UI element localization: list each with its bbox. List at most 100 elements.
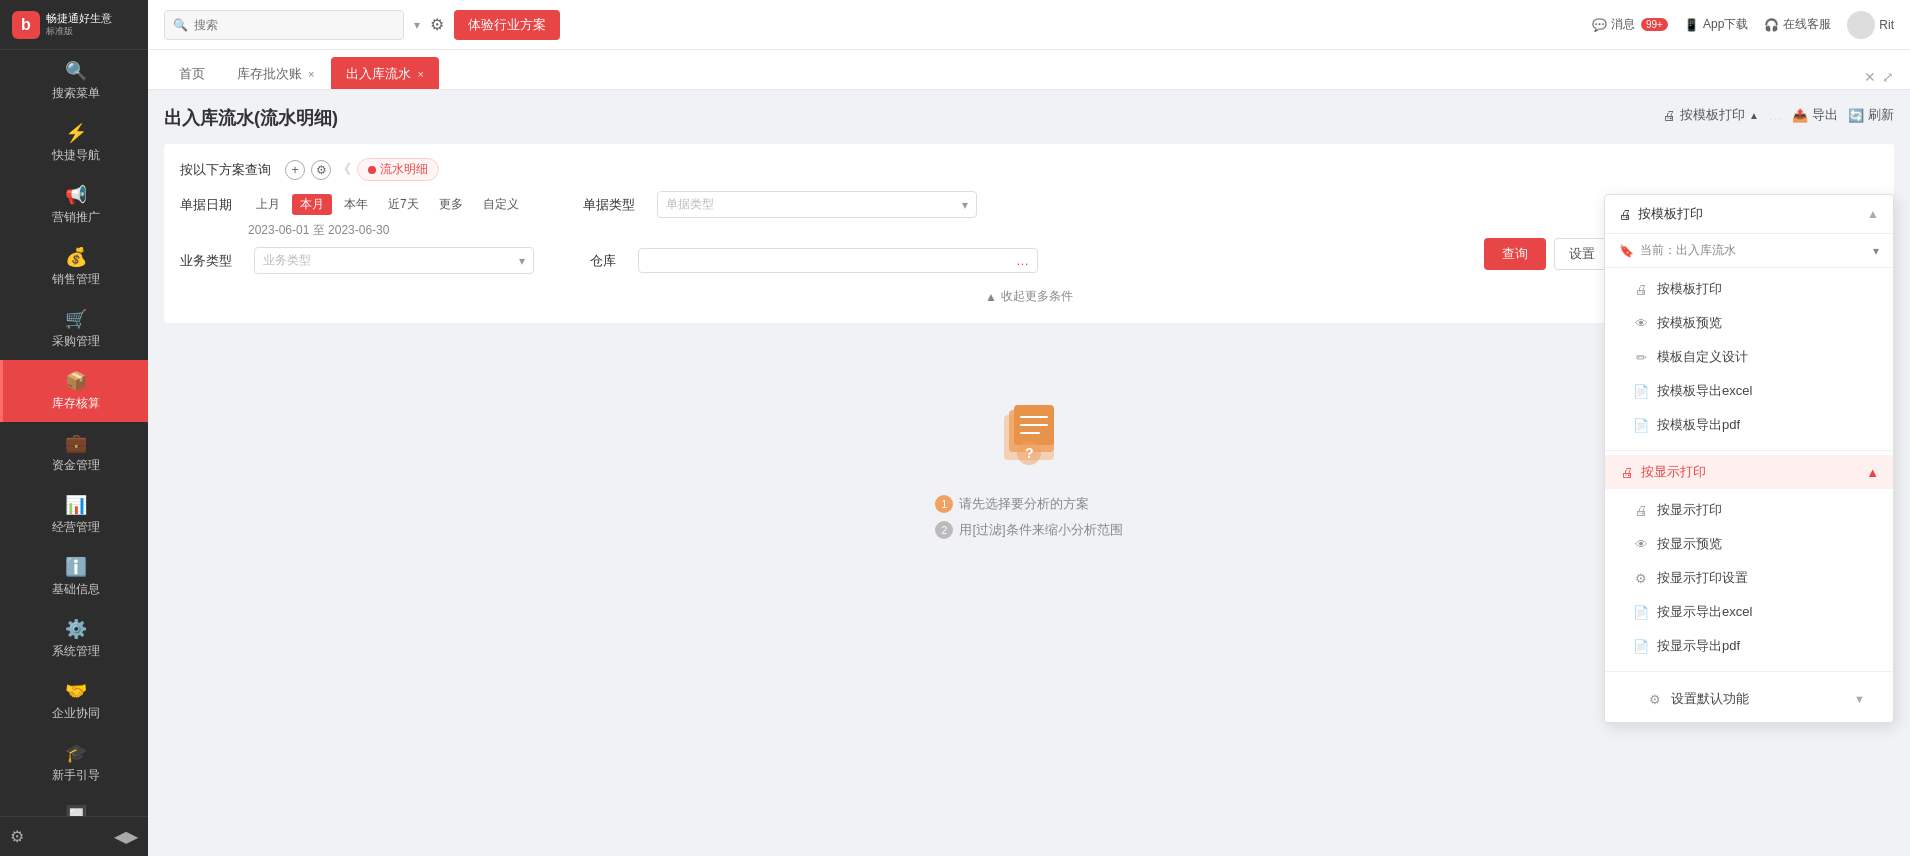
date-opt-custom[interactable]: 自定义 — [475, 194, 527, 215]
date-opt-thisyear[interactable]: 本年 — [336, 194, 376, 215]
tab-flow-close-icon[interactable]: × — [417, 68, 423, 80]
user-avatar-area[interactable]: Rit — [1847, 11, 1894, 39]
sidebar-item-marketing[interactable]: 📢 营销推广 — [0, 174, 148, 236]
sidebar-nav: 🔍 搜索菜单 ⚡ 快捷导航 📢 营销推广 💰 销售管理 🛒 采购管理 📦 库存核… — [0, 50, 148, 816]
filter-chip[interactable]: 流水明细 — [357, 158, 439, 181]
search-icon-topbar: 🔍 — [173, 18, 188, 32]
print-icon: 🖨 — [1663, 108, 1676, 123]
date-filter-label: 单据日期 — [180, 196, 232, 214]
dropdown-header-title: 🖨 按模板打印 — [1619, 205, 1703, 223]
app-download-button[interactable]: 📱 App下载 — [1684, 16, 1748, 33]
topbar-search-box[interactable]: 🔍 — [164, 10, 404, 40]
purchase-icon: 🛒 — [65, 308, 87, 330]
tab-batch-close-icon[interactable]: × — [308, 68, 314, 80]
biz-type-label: 业务类型 — [180, 252, 232, 270]
display-print-group-header[interactable]: 🖨 按显示打印 ▲ — [1605, 455, 1893, 489]
template-preview-item[interactable]: 👁 按模板预览 — [1605, 306, 1893, 340]
refresh-button[interactable]: 🔄 刷新 — [1848, 106, 1894, 124]
template-print-item[interactable]: 🖨 按模板打印 — [1605, 272, 1893, 306]
empty-steps: 1 请先选择要分析的方案 2 用[过滤]条件来缩小分析范围 — [935, 491, 1122, 543]
set-default-item[interactable]: ⚙ 设置默认功能 ▼ — [1619, 684, 1879, 714]
main-area: 🔍 ▾ ⚙ 体验行业方案 💬 消息 99+ 📱 App下载 🎧 在线客服 Rit — [148, 0, 1910, 856]
display-excel-item[interactable]: 📄 按显示导出excel — [1605, 595, 1893, 629]
date-opt-more[interactable]: 更多 — [431, 194, 471, 215]
sidebar-item-inventory[interactable]: 📦 库存核算 — [0, 360, 148, 422]
tab-batch[interactable]: 库存批次账 × — [222, 57, 329, 89]
sidebar-item-sales[interactable]: 💰 销售管理 — [0, 236, 148, 298]
biz-type-select[interactable]: 业务类型 ▾ — [254, 247, 534, 274]
doc-type-select[interactable]: 单据类型 ▾ — [657, 191, 977, 218]
template-custom-item[interactable]: ✏ 模板自定义设计 — [1605, 340, 1893, 374]
doc-type-select-arrow: ▾ — [962, 198, 968, 212]
dropdown-collapse-icon[interactable]: ▲ — [1867, 207, 1879, 221]
footer-arrow-icon: ▼ — [1854, 693, 1865, 705]
settings-bottom-icon[interactable]: ⚙ — [10, 827, 24, 846]
svg-text:?: ? — [1025, 445, 1034, 461]
current-template-icon: 🔖 — [1619, 244, 1634, 258]
empty-step-1: 1 请先选择要分析的方案 — [935, 491, 1122, 517]
action-divider: … — [1769, 108, 1782, 123]
print-dropdown-panel: 🖨 按模板打印 ▲ 🔖 当前：出入库流水 ▾ 🖨 按模板打印 — [1604, 194, 1894, 723]
finance-icon: 💼 — [65, 432, 87, 454]
empty-step-2: 2 用[过滤]条件来缩小分析范围 — [935, 517, 1122, 543]
sidebar-bottom: ⚙ ◀▶ — [0, 816, 148, 856]
filter-settings-button[interactable]: ⚙ — [311, 160, 331, 180]
sidebar-item-system[interactable]: ⚙️ 系统管理 — [0, 608, 148, 670]
display-preview-icon: 👁 — [1633, 536, 1649, 552]
close-window-icon[interactable]: ✕ — [1864, 69, 1876, 85]
date-opt-thismonth[interactable]: 本月 — [292, 194, 332, 215]
top-actions: 🖨 按模板打印 ▲ … 📤 导出 🔄 刷新 — [1663, 106, 1894, 124]
print-header-icon: 🖨 — [1619, 207, 1632, 222]
current-template-arrow: ▾ — [1873, 244, 1879, 258]
date-range-display: 2023-06-01 至 2023-06-30 — [248, 223, 389, 237]
sidebar-logo: b 畅捷通好生意 标准版 — [0, 0, 148, 50]
display-section: 🖨 按显示打印 👁 按显示预览 ⚙ 按显示打印设置 📄 按显示导出excel 📄 — [1605, 489, 1893, 667]
display-settings-item[interactable]: ⚙ 按显示打印设置 — [1605, 561, 1893, 595]
template-excel-item[interactable]: 📄 按模板导出excel — [1605, 374, 1893, 408]
date-options: 上月 本月 本年 近7天 更多 自定义 — [248, 194, 527, 215]
sidebar-item-quicknav[interactable]: ⚡ 快捷导航 — [0, 112, 148, 174]
warehouse-more-icon[interactable]: … — [1016, 253, 1029, 268]
sidebar-item-collab[interactable]: 🤝 企业协同 — [0, 670, 148, 732]
dropdown-header: 🖨 按模板打印 ▲ — [1605, 195, 1893, 234]
quicknav-icon: ⚡ — [65, 122, 87, 144]
date-opt-7days[interactable]: 近7天 — [380, 194, 427, 215]
online-service-button[interactable]: 🎧 在线客服 — [1764, 16, 1831, 33]
print-button[interactable]: 🖨 按模板打印 ▲ — [1663, 106, 1759, 124]
tab-home[interactable]: 首页 — [164, 57, 220, 89]
display-settings-icon: ⚙ — [1633, 570, 1649, 586]
collab-icon: 🤝 — [65, 680, 87, 702]
sidebar-item-appcenter[interactable]: 🔲 应用中心 — [0, 794, 148, 816]
display-pdf-item[interactable]: 📄 按显示导出pdf — [1605, 629, 1893, 663]
sidebar-item-search[interactable]: 🔍 搜索菜单 — [0, 50, 148, 112]
sidebar-item-operations[interactable]: 📊 经营管理 — [0, 484, 148, 546]
sidebar-item-purchase[interactable]: 🛒 采购管理 — [0, 298, 148, 360]
logo-icon: b — [12, 11, 40, 39]
sidebar-item-finance[interactable]: 💼 资金管理 — [0, 422, 148, 484]
tab-flow[interactable]: 出入库流水 × — [331, 57, 438, 89]
display-print-item[interactable]: 🖨 按显示打印 — [1605, 493, 1893, 527]
filter-collapse-icon[interactable]: 《 — [337, 161, 351, 179]
settings-button[interactable]: 设置 — [1554, 238, 1610, 270]
collapse-icon[interactable]: ◀▶ — [114, 827, 138, 846]
export-icon: 📤 — [1792, 108, 1808, 123]
date-opt-lastmonth[interactable]: 上月 — [248, 194, 288, 215]
topbar-gear-icon[interactable]: ⚙ — [430, 15, 444, 34]
template-pdf-item[interactable]: 📄 按模板导出pdf — [1605, 408, 1893, 442]
filter-add-button[interactable]: + — [285, 160, 305, 180]
sidebar-item-basic[interactable]: ℹ️ 基础信息 — [0, 546, 148, 608]
dp-divider — [1605, 450, 1893, 451]
search-input[interactable] — [194, 18, 395, 32]
message-button[interactable]: 💬 消息 99+ — [1592, 16, 1668, 33]
sidebar-item-guide[interactable]: 🎓 新手引导 — [0, 732, 148, 794]
tab-window-controls: ✕ ⤢ — [1864, 69, 1894, 85]
warehouse-label: 仓库 — [590, 252, 616, 270]
chevron-up-icon: ▲ — [985, 290, 997, 304]
doc-type-label: 单据类型 — [583, 196, 635, 214]
maximize-window-icon[interactable]: ⤢ — [1882, 69, 1894, 85]
query-button[interactable]: 查询 — [1484, 238, 1546, 270]
display-preview-item[interactable]: 👁 按显示预览 — [1605, 527, 1893, 561]
trial-button[interactable]: 体验行业方案 — [454, 10, 560, 40]
export-button[interactable]: 📤 导出 — [1792, 106, 1838, 124]
display-excel-icon: 📄 — [1633, 604, 1649, 620]
